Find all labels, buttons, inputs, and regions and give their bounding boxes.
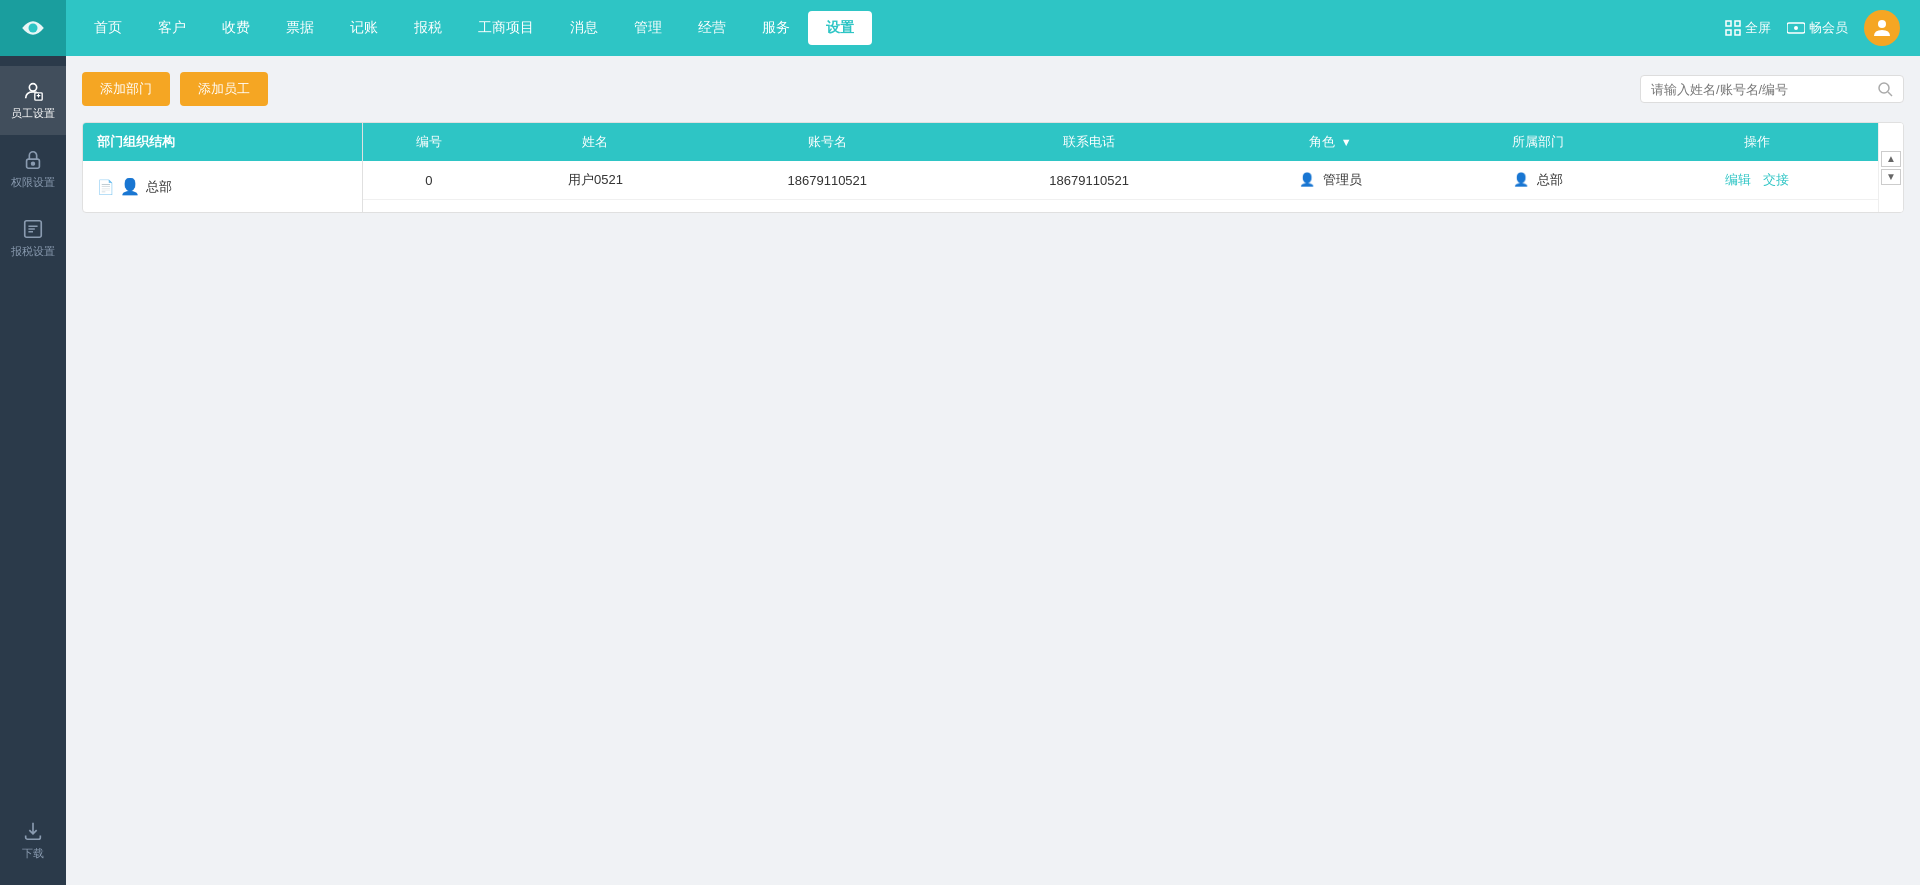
add-employee-button[interactable]: 添加员工: [180, 72, 268, 106]
sidebar: 员工设置 权限设置 报税设置 下载: [0, 56, 66, 885]
fullscreen-label: 全屏: [1745, 19, 1771, 37]
sidebar-item-permission-label: 权限设置: [11, 175, 55, 190]
cell-role: 👤 管理员: [1220, 161, 1441, 200]
cell-phone: 18679110521: [958, 161, 1220, 200]
dept-tree-item-root[interactable]: 📄 👤 总部: [83, 169, 362, 204]
scroll-up-button[interactable]: ▲: [1881, 151, 1901, 167]
svg-point-0: [29, 24, 38, 33]
employee-table: 编号 姓名 账号名 联系电话 角色 ▼ 所属部门 操作: [363, 123, 1878, 200]
col-header-dept: 所属部门: [1441, 123, 1636, 161]
sidebar-item-download-label: 下载: [22, 846, 44, 861]
svg-point-7: [1878, 20, 1886, 28]
member-btn[interactable]: 畅会员: [1787, 19, 1848, 37]
svg-point-6: [1794, 26, 1798, 30]
nav-operation[interactable]: 经营: [680, 11, 744, 45]
col-header-phone: 联系电话: [958, 123, 1220, 161]
svg-point-11: [32, 162, 35, 165]
nav-customer[interactable]: 客户: [140, 11, 204, 45]
nav-business[interactable]: 工商项目: [460, 11, 552, 45]
dept-person-icon: 👤: [1513, 172, 1529, 187]
svg-rect-3: [1726, 30, 1731, 35]
cell-dept: 👤 总部: [1441, 161, 1636, 200]
nav-billing[interactable]: 收费: [204, 11, 268, 45]
svg-rect-4: [1735, 30, 1740, 35]
nav-invoice[interactable]: 票据: [268, 11, 332, 45]
search-input[interactable]: [1651, 82, 1871, 97]
content-area: 添加部门 添加员工 部门组织结构 📄 👤 总部: [66, 56, 1920, 885]
svg-rect-2: [1735, 21, 1740, 26]
table-wrapper: 部门组织结构 📄 👤 总部 编号 姓名 账号名: [82, 122, 1904, 213]
role-person-icon: 👤: [1299, 172, 1315, 187]
col-header-action: 操作: [1635, 123, 1878, 161]
nav-home[interactable]: 首页: [76, 11, 140, 45]
col-header-name: 姓名: [494, 123, 696, 161]
add-dept-button[interactable]: 添加部门: [82, 72, 170, 106]
nav-tax[interactable]: 报税: [396, 11, 460, 45]
svg-rect-1: [1726, 21, 1731, 26]
toolbar: 添加部门 添加员工: [82, 72, 1904, 106]
search-box: [1640, 75, 1904, 103]
nav-manage[interactable]: 管理: [616, 11, 680, 45]
cell-name: 用户0521: [494, 161, 696, 200]
nav-menu: 首页 客户 收费 票据 记账 报税 工商项目 消息 管理 经营 服务 设置: [66, 11, 1725, 45]
nav-accounting[interactable]: 记账: [332, 11, 396, 45]
scroll-controls: ▲ ▼: [1878, 123, 1903, 212]
member-label: 畅会员: [1809, 19, 1848, 37]
fullscreen-btn[interactable]: 全屏: [1725, 19, 1771, 37]
sidebar-item-taxsettings-label: 报税设置: [11, 244, 55, 259]
filter-icon: ▼: [1341, 136, 1352, 148]
dept-tree-body: 📄 👤 总部: [83, 161, 362, 212]
file-icon: 📄: [97, 179, 114, 195]
cell-account: 18679110521: [696, 161, 958, 200]
nav-settings[interactable]: 设置: [808, 11, 872, 45]
svg-point-8: [29, 84, 36, 91]
nav-right: 全屏 畅会员: [1725, 10, 1920, 46]
dept-tree: 部门组织结构 📄 👤 总部: [83, 123, 363, 212]
cell-action: 编辑 交接: [1635, 161, 1878, 200]
nav-message[interactable]: 消息: [552, 11, 616, 45]
handover-button[interactable]: 交接: [1759, 171, 1793, 189]
col-header-role: 角色 ▼: [1220, 123, 1441, 161]
col-header-account: 账号名: [696, 123, 958, 161]
col-header-id: 编号: [363, 123, 494, 161]
person-icon-dept: 👤: [120, 177, 140, 196]
top-nav: 首页 客户 收费 票据 记账 报税 工商项目 消息 管理 经营 服务 设置 全屏…: [0, 0, 1920, 56]
sidebar-item-taxsettings[interactable]: 报税设置: [0, 204, 66, 273]
search-icon: [1877, 81, 1893, 97]
edit-button[interactable]: 编辑: [1721, 171, 1755, 189]
sidebar-item-download[interactable]: 下载: [22, 806, 44, 875]
svg-point-13: [1879, 83, 1889, 93]
dept-tree-header: 部门组织结构: [83, 123, 362, 161]
table-row: 0 用户0521 18679110521 18679110521 👤 管理员 👤…: [363, 161, 1878, 200]
scroll-down-button[interactable]: ▼: [1881, 169, 1901, 185]
avatar[interactable]: [1864, 10, 1900, 46]
dept-name: 总部: [146, 178, 172, 196]
svg-line-14: [1888, 92, 1892, 96]
logo: [0, 0, 66, 56]
sidebar-item-employee[interactable]: 员工设置: [0, 66, 66, 135]
sidebar-item-permission[interactable]: 权限设置: [0, 135, 66, 204]
employee-table-container: 编号 姓名 账号名 联系电话 角色 ▼ 所属部门 操作: [363, 123, 1878, 212]
sidebar-item-employee-label: 员工设置: [11, 106, 55, 121]
nav-service[interactable]: 服务: [744, 11, 808, 45]
cell-id: 0: [363, 161, 494, 200]
